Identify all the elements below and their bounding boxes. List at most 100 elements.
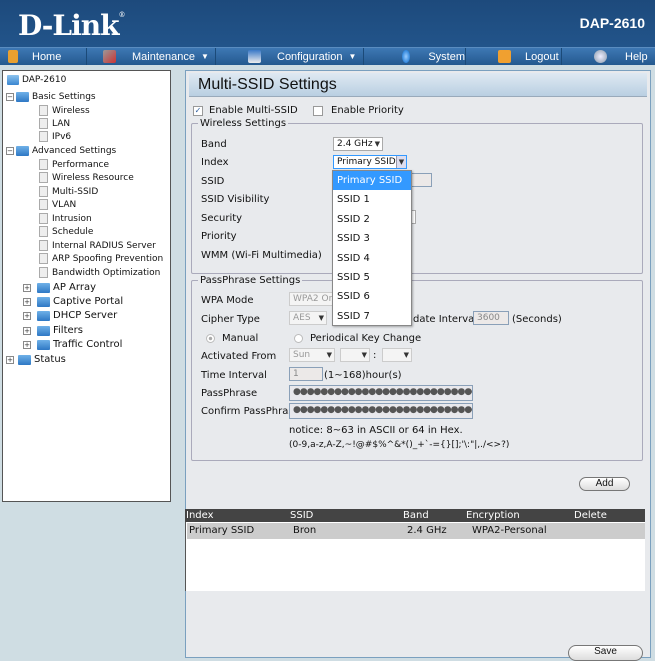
- expand-icon[interactable]: +: [23, 340, 31, 349]
- title-bar: Multi-SSID Settings: [189, 73, 647, 97]
- tree-advanced-settings[interactable]: − Advanced Settings: [6, 144, 116, 157]
- chevron-down-icon: ▼: [201, 52, 209, 61]
- page-icon: [39, 213, 48, 224]
- folder-icon: [37, 282, 50, 293]
- tree-item-lan[interactable]: LAN: [39, 117, 70, 130]
- time-interval-input[interactable]: 1: [289, 367, 323, 381]
- nav-maintenance[interactable]: Maintenance ▼: [87, 48, 216, 65]
- dropdown-arrow-icon: ▼: [396, 156, 406, 168]
- folder-icon: [37, 339, 50, 350]
- time-separator: :: [373, 350, 377, 361]
- collapse-icon[interactable]: −: [6, 146, 14, 155]
- page-icon: [39, 172, 48, 183]
- tree-item-schedule[interactable]: Schedule: [39, 225, 93, 238]
- ssid-label: SSID: [201, 176, 225, 187]
- nav-system[interactable]: System: [364, 48, 466, 65]
- tree-item-radius[interactable]: Internal RADIUS Server: [39, 239, 156, 252]
- expand-icon[interactable]: +: [23, 283, 31, 292]
- passphrase-input[interactable]: ●●●●●●●●●●●●●●●●●●●●●●●●●●●●●●●●●●●●●●●●: [289, 385, 473, 401]
- index-option[interactable]: SSID 7: [333, 307, 411, 326]
- tree-item-multi-ssid[interactable]: Multi-SSID: [39, 185, 98, 198]
- table-header: Index SSID Band Encryption Delete: [185, 509, 645, 522]
- tree-item-wireless[interactable]: Wireless: [39, 104, 90, 117]
- page-title: Multi-SSID Settings: [198, 76, 337, 93]
- folder-icon: [16, 145, 29, 156]
- group-key-update-label: date Interval: [413, 314, 478, 325]
- expand-icon[interactable]: +: [23, 311, 31, 320]
- index-option[interactable]: Primary SSID: [333, 171, 411, 191]
- tree-folder-dhcp-server[interactable]: + DHCP Server: [23, 309, 117, 322]
- nav-home[interactable]: Home: [0, 48, 87, 65]
- expand-icon[interactable]: +: [6, 355, 14, 364]
- passphrase-label: PassPhrase: [201, 388, 258, 399]
- dlink-logo: D-Link®: [18, 9, 126, 42]
- tree-item-bandwidth[interactable]: Bandwidth Optimization: [39, 266, 160, 279]
- band-select[interactable]: 2.4 GHz ▼: [333, 137, 383, 151]
- expand-icon[interactable]: +: [23, 297, 31, 306]
- enable-multi-ssid-checkbox[interactable]: ✓ Enable Multi-SSID: [193, 105, 298, 116]
- tree-folder-captive-portal[interactable]: + Captive Portal: [23, 295, 123, 308]
- minute-select[interactable]: ▼: [382, 348, 412, 362]
- save-button[interactable]: Save: [568, 645, 643, 661]
- tree-folder-filters[interactable]: + Filters: [23, 324, 83, 337]
- collapse-icon[interactable]: −: [6, 92, 14, 101]
- table-row[interactable]: Primary SSID Bron 2.4 GHz WPA2-Personal: [187, 523, 645, 539]
- tree-item-ipv6[interactable]: IPv6: [39, 130, 71, 143]
- security-label: Security: [201, 213, 243, 224]
- tree-item-wireless-resource[interactable]: Wireless Resource: [39, 171, 134, 184]
- page-icon: [39, 253, 48, 264]
- tree-item-vlan[interactable]: VLAN: [39, 198, 76, 211]
- index-option[interactable]: SSID 6: [333, 287, 411, 306]
- dropdown-arrow-icon: ▼: [374, 140, 380, 148]
- wpa-mode-label: WPA Mode: [201, 295, 254, 306]
- tree-item-arp[interactable]: ARP Spoofing Prevention: [39, 252, 163, 265]
- index-select[interactable]: Primary SSID ▼: [333, 155, 407, 169]
- index-option[interactable]: SSID 4: [333, 249, 411, 268]
- seconds-label: (Seconds): [512, 314, 562, 325]
- update-interval-input[interactable]: 3600: [473, 311, 509, 325]
- nav-configuration[interactable]: Configuration ▼: [216, 48, 364, 65]
- enable-priority-checkbox[interactable]: Enable Priority: [313, 105, 404, 116]
- nav-logout[interactable]: Logout: [466, 48, 562, 65]
- dropdown-arrow-icon: ▼: [318, 314, 324, 322]
- cipher-type-select[interactable]: AES ▼: [289, 311, 327, 325]
- radio-icon: [294, 333, 303, 343]
- manual-radio[interactable]: Manual: [206, 333, 258, 344]
- tree-root[interactable]: DAP-2610: [7, 73, 66, 86]
- cell-ssid: Bron: [293, 525, 317, 536]
- folder-icon: [37, 325, 50, 336]
- tree-item-performance[interactable]: Performance: [39, 158, 109, 171]
- folder-icon: [37, 296, 50, 307]
- activated-from-label: Activated From: [201, 351, 277, 362]
- periodical-key-change-radio[interactable]: Periodical Key Change: [294, 333, 421, 344]
- cell-encryption: WPA2-Personal: [472, 525, 547, 536]
- index-option[interactable]: SSID 1: [333, 190, 411, 209]
- index-option[interactable]: SSID 3: [333, 229, 411, 248]
- wmm-label: WMM (Wi-Fi Multimedia): [201, 250, 322, 261]
- confirm-passphrase-input[interactable]: ●●●●●●●●●●●●●●●●●●●●●●●●●●●●●●●●●●●●●●●●: [289, 403, 473, 419]
- hour-select[interactable]: ▼: [340, 348, 370, 362]
- passphrase-charset: (0-9,a-z,A-Z,~!@#$%^&*()_+`-={}[];'\:"|,…: [289, 440, 510, 450]
- time-interval-label: Time Interval: [201, 370, 267, 381]
- tree-folder-status[interactable]: + Status: [6, 353, 66, 366]
- checkbox-icon: [313, 105, 323, 116]
- expand-icon[interactable]: +: [23, 326, 31, 335]
- day-select[interactable]: Sun ▼: [289, 348, 335, 362]
- index-option[interactable]: SSID 5: [333, 268, 411, 287]
- time-interval-hint: (1~168)hour(s): [324, 370, 402, 381]
- radio-selected-icon: [206, 333, 215, 343]
- add-button[interactable]: Add: [579, 477, 630, 491]
- model-name: DAP-2610: [579, 15, 645, 31]
- cell-band: 2.4 GHz: [407, 525, 447, 536]
- cipher-type-label: Cipher Type: [201, 314, 260, 325]
- home-icon: [8, 50, 18, 63]
- tree-folder-traffic-control[interactable]: + Traffic Control: [23, 338, 122, 351]
- index-option[interactable]: SSID 2: [333, 210, 411, 229]
- col-band: Band: [403, 510, 429, 521]
- nav-help[interactable]: Help: [562, 48, 655, 65]
- page-icon: [39, 240, 48, 251]
- tree-basic-settings[interactable]: − Basic Settings: [6, 90, 96, 103]
- tree-folder-ap-array[interactable]: + AP Array: [23, 281, 96, 294]
- tree-item-intrusion[interactable]: Intrusion: [39, 212, 92, 225]
- floppy-disk-icon: [248, 50, 261, 63]
